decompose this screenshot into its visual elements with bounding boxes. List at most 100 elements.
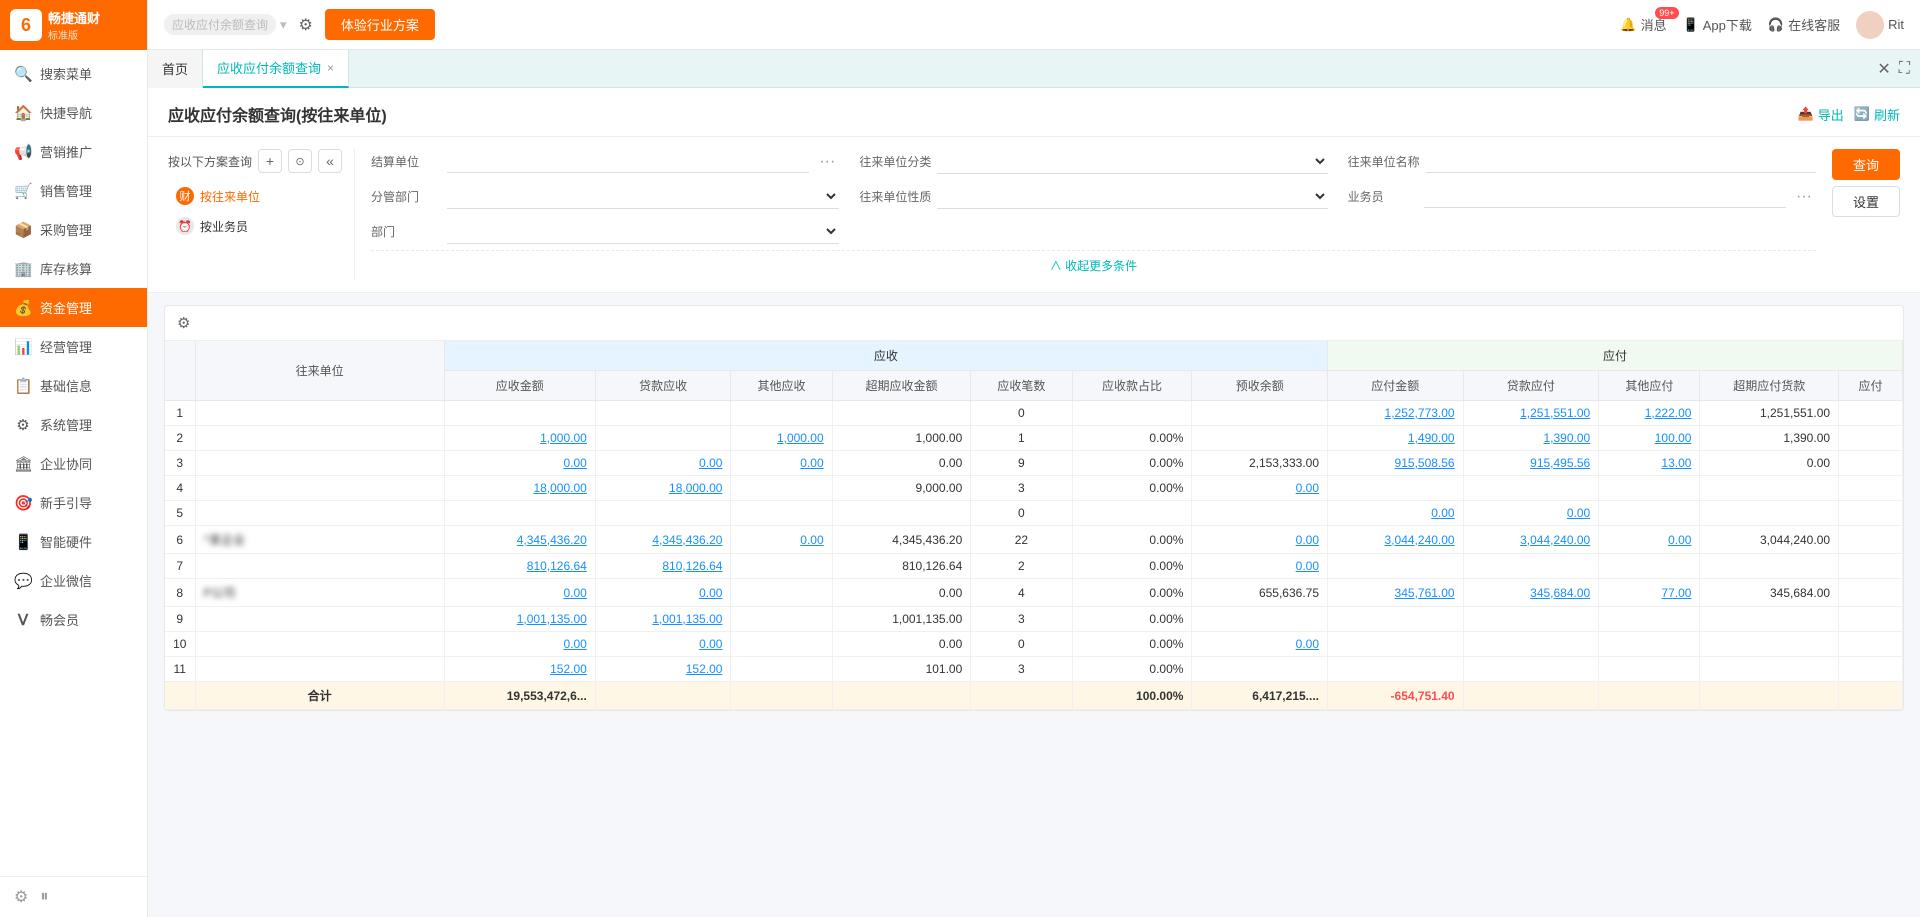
settlement-unit-dots[interactable]: ··· — [815, 153, 839, 171]
sidebar-item-inventory-label: 库存核算 — [40, 259, 92, 278]
collapse-icon[interactable]: ⏸ — [40, 888, 48, 906]
scheme-by-salesperson[interactable]: ⏰ 按业务员 — [168, 213, 342, 239]
sidebar-item-wechat-label: 企业微信 — [40, 571, 92, 590]
promo-button[interactable]: 体验行业方案 — [325, 9, 435, 40]
download-icon: 📱 — [1683, 17, 1699, 33]
sidebar-item-corp[interactable]: 🏛 企业协同 — [0, 444, 147, 483]
salesperson-dots[interactable]: ··· — [1792, 188, 1816, 206]
main-content: 应收应付余额查询(按往来单位) 📤 导出 🔄 刷新 按以下方案查询 + ⊙ « — [148, 88, 1920, 917]
tabbar-right: ✕ ⛶ — [1867, 59, 1920, 79]
department-label: 部门 — [371, 223, 441, 240]
sidebar-item-search[interactable]: 🔍 搜索菜单 — [0, 54, 147, 93]
sidebar-item-corp-label: 企业协同 — [40, 454, 92, 473]
scheme-icon-2: ⏰ — [176, 217, 194, 235]
total-payable: -654,751.40 — [1328, 682, 1464, 710]
maximize-icon[interactable]: ⛶ — [1899, 60, 1910, 78]
filter-counterpart-category: 往来单位分类 — [859, 149, 1327, 174]
online-service-btn[interactable]: 🎧 在线客服 — [1768, 15, 1840, 34]
settings-button[interactable]: 设置 — [1832, 186, 1900, 217]
sidebar-item-inventory[interactable]: 🏢 库存核算 — [0, 249, 147, 288]
export-label: 导出 — [1818, 105, 1844, 124]
branch-dept-select[interactable] — [447, 184, 839, 209]
collapse-filter-btn[interactable]: « — [318, 149, 342, 173]
tab-receivable[interactable]: 应收应付余额查询 × — [203, 50, 349, 88]
box-icon: 📦 — [14, 221, 32, 239]
counterpart-name-input[interactable] — [1426, 150, 1816, 173]
sidebar-item-sales[interactable]: 🛒 销售管理 — [0, 171, 147, 210]
sidebar-item-member[interactable]: Ⅴ 畅会员 — [0, 600, 147, 639]
config-filter-btn[interactable]: ⊙ — [288, 149, 312, 173]
sidebar-item-wechat[interactable]: 💬 企业微信 — [0, 561, 147, 600]
mobile-icon: 📱 — [14, 533, 32, 551]
filter-branch-dept: 分管部门 — [371, 184, 839, 209]
close-window-icon[interactable]: ✕ — [1877, 59, 1890, 79]
sidebar-item-system-label: 系统管理 — [40, 415, 92, 434]
table-row: 3 0.00 0.00 0.00 0.00 9 0.00% 2,153,333.… — [165, 451, 1903, 476]
sidebar-item-system[interactable]: ⚙ 系统管理 — [0, 405, 147, 444]
counterpart-category-select[interactable] — [937, 149, 1327, 174]
scheme-1-label: 按往来单位 — [200, 188, 260, 205]
refresh-icon: 🔄 — [1854, 106, 1870, 122]
collapse-label: 收起更多条件 — [1065, 259, 1137, 273]
sidebar-item-operation-label: 经营管理 — [40, 337, 92, 356]
settings-bottom-icon[interactable]: ⚙ — [14, 887, 28, 907]
filter-label: 按以下方案查询 — [168, 153, 252, 170]
counterpart-cell — [195, 476, 444, 501]
export-button[interactable]: 📤 导出 — [1798, 105, 1844, 124]
sidebar-item-hardware[interactable]: 📱 智能硬件 — [0, 522, 147, 561]
export-icon: 📤 — [1798, 106, 1814, 122]
notifications-btn[interactable]: 🔔 消息 99+ — [1620, 15, 1666, 34]
sidebar-item-quick[interactable]: 🏠 快捷导航 — [0, 93, 147, 132]
logo-icon: 6 — [10, 9, 42, 41]
col-rownum — [165, 341, 195, 401]
refresh-button[interactable]: 🔄 刷新 — [1854, 105, 1900, 124]
total-receivable: 19,553,472,6... — [444, 682, 595, 710]
topbar: 应收应付余额查询 ▾ ⚙ 体验行业方案 🔔 消息 99+ 📱 App下载 🎧 在… — [148, 0, 1920, 50]
avatar — [1856, 11, 1884, 39]
user-name: Rit — [1888, 17, 1904, 32]
sidebar-item-operation[interactable]: 📊 经营管理 — [0, 327, 147, 366]
home-icon: 🏠 — [14, 104, 32, 122]
counterpart-nature-select[interactable] — [937, 184, 1327, 209]
query-button[interactable]: 查询 — [1832, 149, 1900, 180]
department-select[interactable] — [447, 219, 839, 244]
total-recv-ratio: 100.00% — [1072, 682, 1192, 710]
service-icon: 🎧 — [1768, 17, 1784, 33]
total-prepaid: 6,417,215.... — [1192, 682, 1328, 710]
tab-close-icon[interactable]: × — [327, 61, 334, 75]
filter-counterpart-nature: 往来单位性质 — [859, 184, 1327, 209]
user-avatar-btn[interactable]: Rit — [1856, 11, 1904, 39]
salesperson-input[interactable] — [1424, 185, 1786, 208]
col-overdue-recv: 超期应收金额 — [832, 371, 971, 401]
tab-home[interactable]: 首页 — [148, 50, 203, 88]
settlement-unit-input[interactable] — [447, 150, 809, 173]
sidebar-item-marketing[interactable]: 📢 营销推广 — [0, 132, 147, 171]
sidebar-bottom: ⚙ ⏸ — [0, 876, 147, 917]
col-other-recv: 其他应收 — [731, 371, 832, 401]
data-table-container: ⚙ 往来单位 应收 应付 应收金额 贷款应收 其他应收 超期应收金额 — [164, 305, 1904, 711]
col-recv-count: 应收笔数 — [971, 371, 1072, 401]
warehouse-icon: 🏢 — [14, 260, 32, 278]
add-filter-btn[interactable]: + — [258, 149, 282, 173]
table-settings-icon[interactable]: ⚙ — [177, 314, 190, 332]
app-download-btn[interactable]: 📱 App下载 — [1683, 15, 1752, 34]
collapse-more-btn[interactable]: ∧ 收起更多条件 — [371, 250, 1816, 280]
table-row: 4 18,000.00 18,000.00 9,000.00 3 0.00% 0… — [165, 476, 1903, 501]
counterpart-cell — [195, 451, 444, 476]
sidebar-item-purchase[interactable]: 📦 采购管理 — [0, 210, 147, 249]
sidebar-item-funds[interactable]: 💰 资金管理 — [0, 288, 147, 327]
topbar-gear-icon[interactable]: ⚙ — [299, 15, 313, 35]
online-service-label: 在线客服 — [1788, 15, 1840, 34]
topbar-right: 🔔 消息 99+ 📱 App下载 🎧 在线客服 Rit — [1620, 11, 1904, 39]
app-logo: 6 畅捷通财 标准版 — [0, 0, 147, 50]
sidebar-item-guide[interactable]: 🎯 新手引导 — [0, 483, 147, 522]
data-table: 往来单位 应收 应付 应收金额 贷款应收 其他应收 超期应收金额 应收笔数 应收… — [165, 341, 1903, 710]
col-other-pay: 其他应付 — [1599, 371, 1700, 401]
counterpart-cell — [195, 607, 444, 632]
scheme-by-counterpart[interactable]: 财 按往来单位 — [168, 183, 342, 209]
sidebar-item-funds-label: 资金管理 — [40, 298, 92, 317]
page-actions: 📤 导出 🔄 刷新 — [1798, 105, 1900, 124]
col-counterpart: 往来单位 — [195, 341, 444, 401]
table-row: 10 0.00 0.00 0.00 0 0.00% 0.00 — [165, 632, 1903, 657]
sidebar-item-basic[interactable]: 📋 基础信息 — [0, 366, 147, 405]
